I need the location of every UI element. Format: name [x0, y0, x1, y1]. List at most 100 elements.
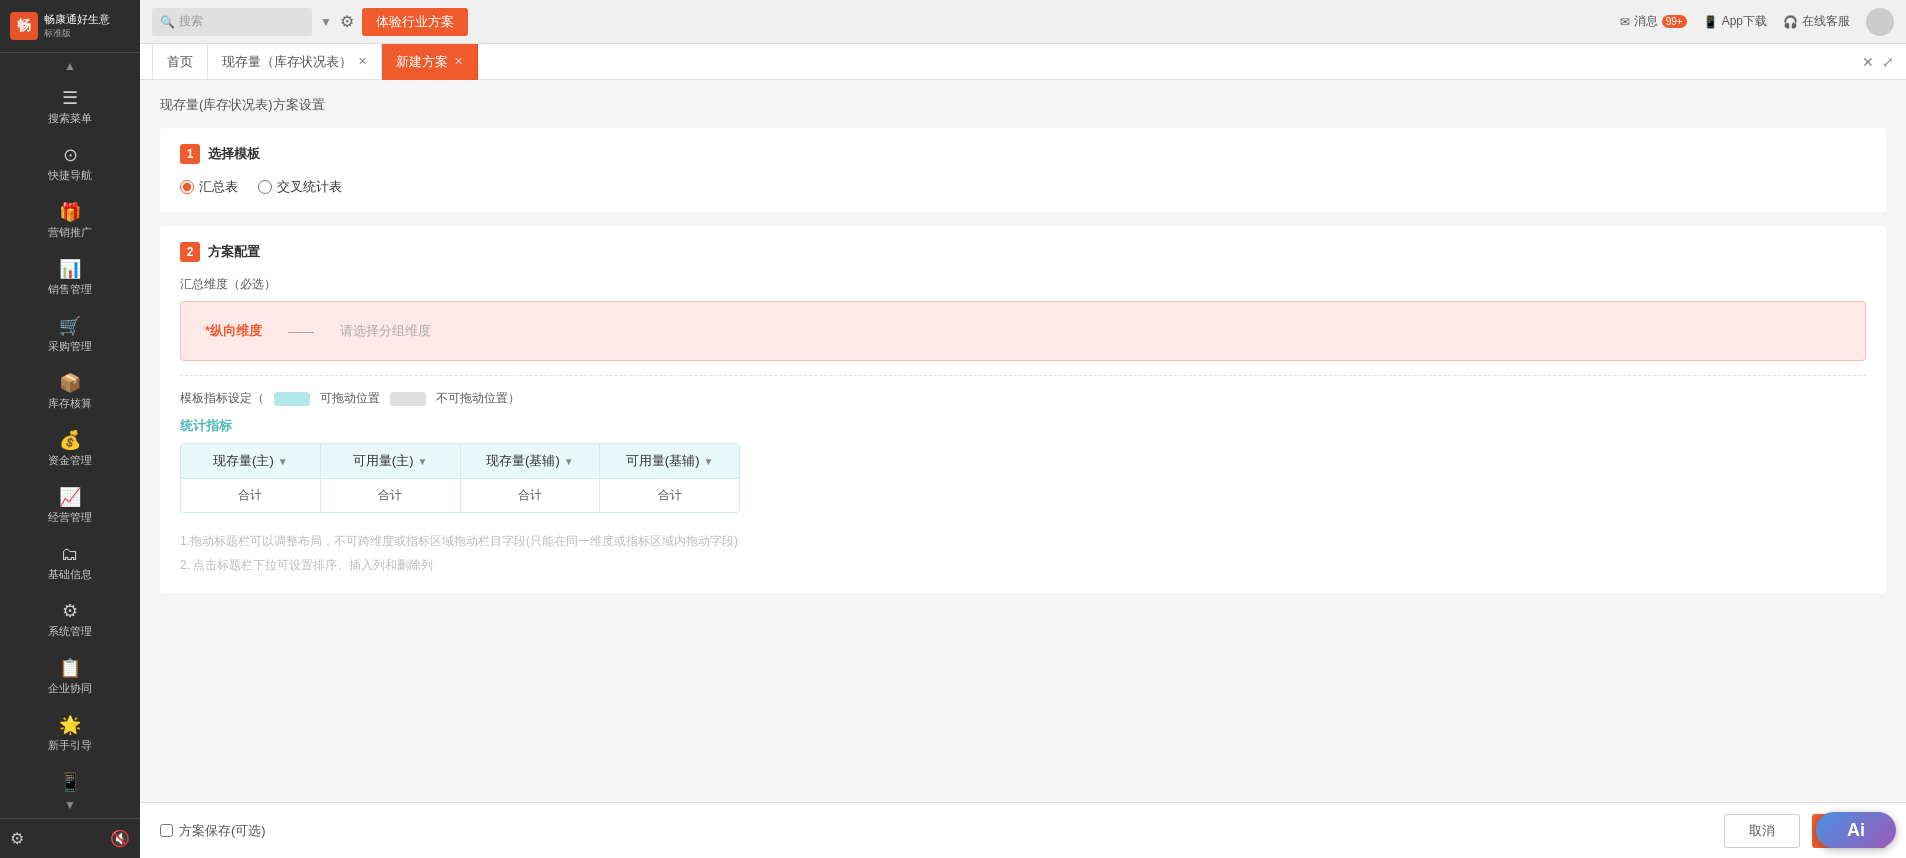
stats-col-3-label: 可用量(基辅): [626, 452, 700, 470]
footer-bar: 方案保存(可选) 取消 查询: [140, 802, 1906, 858]
stats-title: 统计指标: [180, 417, 1866, 435]
stats-cell-0-1-value: 合计: [378, 487, 402, 504]
app-download-label: App下载: [1722, 13, 1767, 30]
tab-new-scheme[interactable]: 新建方案 ✕: [382, 44, 478, 80]
expand-icon[interactable]: ⤢: [1882, 54, 1894, 70]
stats-col-2[interactable]: 现存量(基辅) ▼: [461, 444, 601, 478]
ai-button-label: Ai: [1847, 820, 1865, 841]
save-checkbox[interactable]: [160, 824, 173, 837]
sidebar-item-inventory[interactable]: 📦 库存核算: [0, 364, 140, 421]
purchase-icon: 🛒: [59, 317, 81, 335]
save-label: 方案保存(可选): [179, 822, 266, 840]
stats-cell-0-3: 合计: [600, 479, 739, 512]
stats-col-3[interactable]: 可用量(基辅) ▼: [600, 444, 739, 478]
sidebar-item-contract[interactable]: 📋 企业协同: [0, 649, 140, 706]
finance-icon: 💰: [59, 431, 81, 449]
sales-icon: 📊: [59, 260, 81, 278]
sidebar-item-label: 资金管理: [48, 453, 92, 468]
message-button[interactable]: ✉ 消息 99+: [1620, 13, 1687, 30]
non-draggable-badge: [390, 392, 426, 406]
phone-icon: 📱: [1703, 15, 1718, 29]
sidebar-item-quick-nav[interactable]: ⊙ 快捷导航: [0, 136, 140, 193]
cancel-button[interactable]: 取消: [1724, 814, 1800, 848]
tip2-text: 2. 点击标题栏下拉可设置排序、插入列和删除列: [180, 553, 1866, 577]
radio-summary[interactable]: 汇总表: [180, 178, 238, 196]
sidebar-item-finance[interactable]: 💰 资金管理: [0, 421, 140, 478]
tab-new-scheme-close[interactable]: ✕: [454, 55, 463, 68]
draggable-label: 可拖动位置: [320, 390, 380, 407]
radio-summary-input[interactable]: [180, 180, 194, 194]
sidebar-item-ops[interactable]: 📈 经营管理: [0, 478, 140, 535]
app-download-button[interactable]: 📱 App下载: [1703, 13, 1767, 30]
user-avatar[interactable]: [1866, 8, 1894, 36]
close-panel-icon[interactable]: ✕: [1862, 54, 1874, 70]
sidebar-item-newguide[interactable]: 🌟 新手引导: [0, 706, 140, 763]
step2-header: 2 方案配置: [180, 242, 1866, 262]
chevron-down-icon[interactable]: ▼: [320, 15, 332, 29]
tab-inventory-status-close[interactable]: ✕: [358, 55, 367, 68]
divider1: [180, 375, 1866, 376]
settings-icon[interactable]: ⚙: [10, 829, 24, 848]
message-badge: 99+: [1662, 15, 1687, 28]
sidebar-item-label: 营销推广: [48, 225, 92, 240]
sidebar-item-purchase[interactable]: 🛒 采购管理: [0, 307, 140, 364]
step2-title: 方案配置: [208, 243, 260, 261]
stats-col-2-label: 现存量(基辅): [486, 452, 560, 470]
tab-new-scheme-label: 新建方案: [396, 53, 448, 71]
system-icon: ⚙: [62, 602, 78, 620]
sidebar-item-sales[interactable]: 📊 销售管理: [0, 250, 140, 307]
sidebar-item-search-menu[interactable]: ☰ 搜索菜单: [0, 79, 140, 136]
template-indicator-label: 模板指标设定（ 可拖动位置 不可拖动位置）: [180, 390, 1866, 407]
sidebar-scroll-down[interactable]: ▼: [0, 792, 140, 818]
dimension-selector[interactable]: *纵向维度 —— 请选择分组维度: [180, 301, 1866, 361]
sidebar-logo: 畅 畅康通好生意 标准版: [0, 0, 140, 53]
search-bar[interactable]: 🔍 搜索: [152, 8, 312, 36]
step1-card: 1 选择模板 汇总表 交叉统计表: [160, 128, 1886, 212]
summary-dimension-label: 汇总维度（必选）: [180, 276, 1866, 293]
tab-controls: ✕ ⤢: [1862, 54, 1894, 70]
tab-home-label: 首页: [167, 53, 193, 71]
dimension-placeholder: 请选择分组维度: [340, 322, 431, 340]
ai-float-button[interactable]: Ai: [1816, 812, 1896, 848]
tab-inventory-status[interactable]: 现存量（库存状况表） ✕: [208, 44, 382, 80]
step2-badge: 2: [180, 242, 200, 262]
marketing-icon: 🎁: [59, 203, 81, 221]
stats-table-body: 合计 合计 合计 合计: [181, 478, 739, 512]
online-service-button[interactable]: 🎧 在线客服: [1783, 13, 1850, 30]
sidebar-item-marketing[interactable]: 🎁 营销推广: [0, 193, 140, 250]
sidebar-scroll-up[interactable]: ▲: [0, 53, 140, 79]
radio-cross[interactable]: 交叉统计表: [258, 178, 342, 196]
gear-icon[interactable]: ⚙: [340, 12, 354, 31]
sound-icon[interactable]: 🔇: [110, 829, 130, 848]
chevron-col-0-icon: ▼: [278, 456, 288, 467]
sidebar-nav: ☰ 搜索菜单 ⊙ 快捷导航 🎁 营销推广 📊 销售管理 🛒 采购管理 📦 库存核…: [0, 79, 140, 792]
sidebar-item-label: 销售管理: [48, 282, 92, 297]
sidebar-item-appcenter[interactable]: 📱 应用中心: [0, 763, 140, 792]
topbar: 🔍 搜索 ▼ ⚙ 体验行业方案 ✉ 消息 99+ 📱 App下载 🎧 在线客服: [140, 0, 1906, 44]
page-title: 现存量(库存状况表)方案设置: [160, 96, 1886, 114]
contract-icon: 📋: [59, 659, 81, 677]
radio-cross-input[interactable]: [258, 180, 272, 194]
radio-summary-label: 汇总表: [199, 178, 238, 196]
online-service-label: 在线客服: [1802, 13, 1850, 30]
appcenter-icon: 📱: [59, 773, 81, 791]
app-name: 畅康通好生意: [44, 12, 110, 26]
step1-badge: 1: [180, 144, 200, 164]
newguide-icon: 🌟: [59, 716, 81, 734]
non-draggable-label: 不可拖动位置）: [436, 390, 520, 407]
chevron-col-2-icon: ▼: [564, 456, 574, 467]
stats-cell-0-0: 合计: [181, 479, 321, 512]
template-radio-group: 汇总表 交叉统计表: [180, 178, 1866, 196]
stats-col-0[interactable]: 现存量(主) ▼: [181, 444, 321, 478]
trial-industry-button[interactable]: 体验行业方案: [362, 8, 468, 36]
tip1-text: 1.拖动标题栏可以调整布局，不可跨维度或指标区域拖动栏目字段(只能在同一维度或指…: [180, 529, 1866, 553]
sidebar-item-system[interactable]: ⚙ 系统管理: [0, 592, 140, 649]
stats-col-1[interactable]: 可用量(主) ▼: [321, 444, 461, 478]
sidebar-item-base[interactable]: 🗂 基础信息: [0, 535, 140, 592]
stats-table-header: 现存量(主) ▼ 可用量(主) ▼ 现存量(基辅) ▼ 可用量(基辅) ▼: [181, 444, 739, 478]
sidebar-bottom: ⚙ 🔇: [0, 818, 140, 858]
sidebar-item-label: 系统管理: [48, 624, 92, 639]
sidebar-item-label: 基础信息: [48, 567, 92, 582]
logo-icon: 畅: [10, 12, 38, 40]
tab-home[interactable]: 首页: [152, 44, 208, 80]
